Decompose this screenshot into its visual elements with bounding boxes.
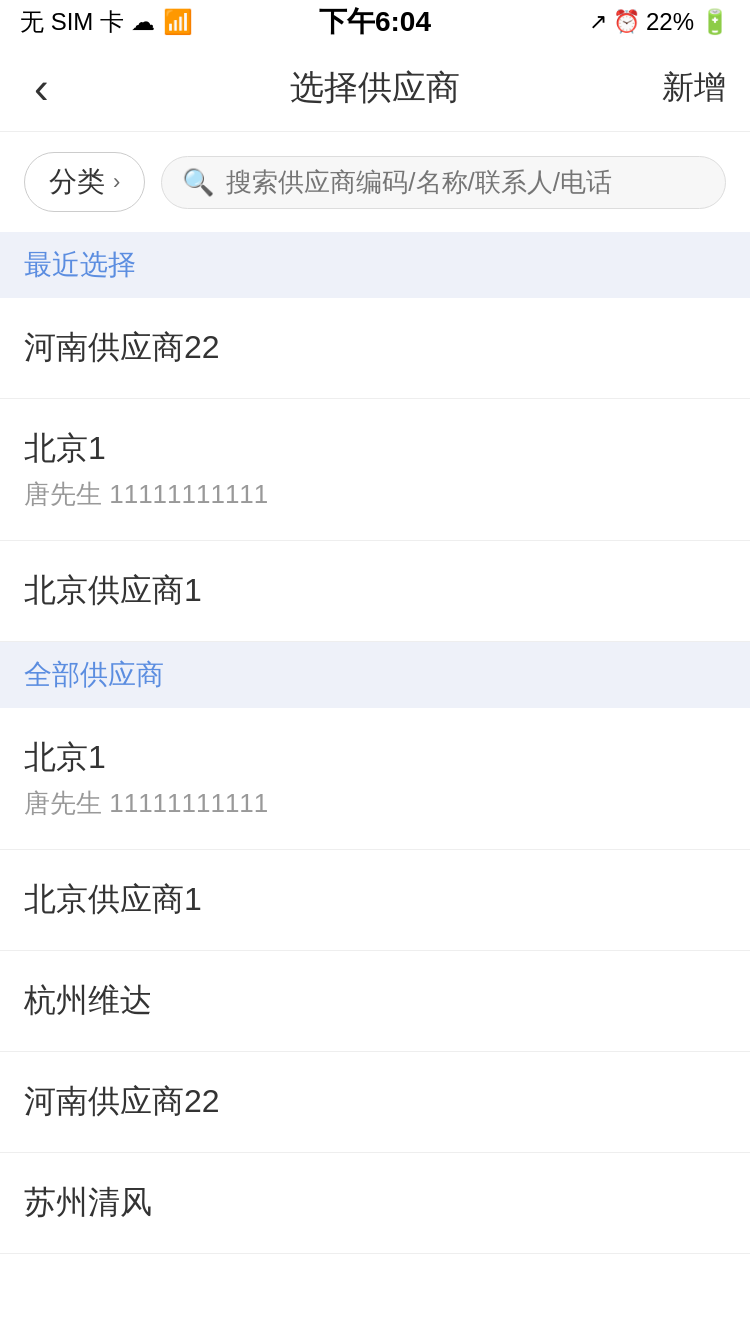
add-button[interactable]: 新增: [662, 66, 726, 110]
back-button[interactable]: ‹: [24, 53, 59, 123]
all-list-item[interactable]: 河南供应商22: [0, 1052, 750, 1153]
item-name: 北京供应商1: [24, 878, 726, 922]
recent-items-list: 河南供应商22 北京1 唐先生 11111111111 北京供应商1: [0, 298, 750, 642]
nav-bar: ‹ 选择供应商 新增: [0, 44, 750, 132]
all-section-header: 全部供应商: [0, 642, 750, 708]
filter-bar: 分类 › 🔍: [0, 132, 750, 232]
chevron-right-icon: ›: [113, 169, 120, 195]
location-icon: ↗: [589, 9, 607, 35]
category-button[interactable]: 分类 ›: [24, 152, 145, 212]
recent-list-item[interactable]: 河南供应商22: [0, 298, 750, 399]
status-left: 无 SIM 卡 ☁ 📶: [20, 6, 193, 38]
item-name: 苏州清风: [24, 1181, 726, 1225]
all-list-item[interactable]: 北京1 唐先生 11111111111: [0, 708, 750, 850]
search-input[interactable]: [226, 167, 705, 198]
status-right: ↗ ⏰ 22% 🔋: [589, 8, 730, 36]
search-icon: 🔍: [182, 167, 214, 198]
category-label: 分类: [49, 163, 105, 201]
all-section-label: 全部供应商: [24, 659, 164, 690]
status-bar: 无 SIM 卡 ☁ 📶 下午6:04 ↗ ⏰ 22% 🔋: [0, 0, 750, 44]
item-name: 杭州维达: [24, 979, 726, 1023]
item-sub: 唐先生 11111111111: [24, 477, 726, 512]
nav-title: 选择供应商: [290, 65, 460, 111]
all-list-item[interactable]: 杭州维达: [0, 951, 750, 1052]
recent-list-item[interactable]: 北京供应商1: [0, 541, 750, 642]
status-time: 下午6:04: [319, 3, 431, 41]
recent-section-label: 最近选择: [24, 249, 136, 280]
battery-text: 22%: [646, 8, 694, 36]
all-list-item[interactable]: 北京供应商1: [0, 850, 750, 951]
wifi-icon: 📶: [163, 8, 193, 36]
no-sim-text: 无 SIM 卡 ☁: [20, 6, 155, 38]
recent-list-item[interactable]: 北京1 唐先生 11111111111: [0, 399, 750, 541]
item-sub: 唐先生 11111111111: [24, 786, 726, 821]
item-name: 北京供应商1: [24, 569, 726, 613]
recent-section-header: 最近选择: [0, 232, 750, 298]
all-list-item[interactable]: 苏州清风: [0, 1153, 750, 1254]
battery-icon: 🔋: [700, 8, 730, 36]
alarm-icon: ⏰: [613, 9, 640, 35]
search-wrapper: 🔍: [161, 156, 726, 209]
all-items-list: 北京1 唐先生 11111111111 北京供应商1 杭州维达河南供应商22 苏州清风: [0, 708, 750, 1254]
item-name: 北京1: [24, 427, 726, 471]
item-name: 河南供应商22: [24, 1080, 726, 1124]
item-name: 北京1: [24, 736, 726, 780]
item-name: 河南供应商22: [24, 326, 726, 370]
